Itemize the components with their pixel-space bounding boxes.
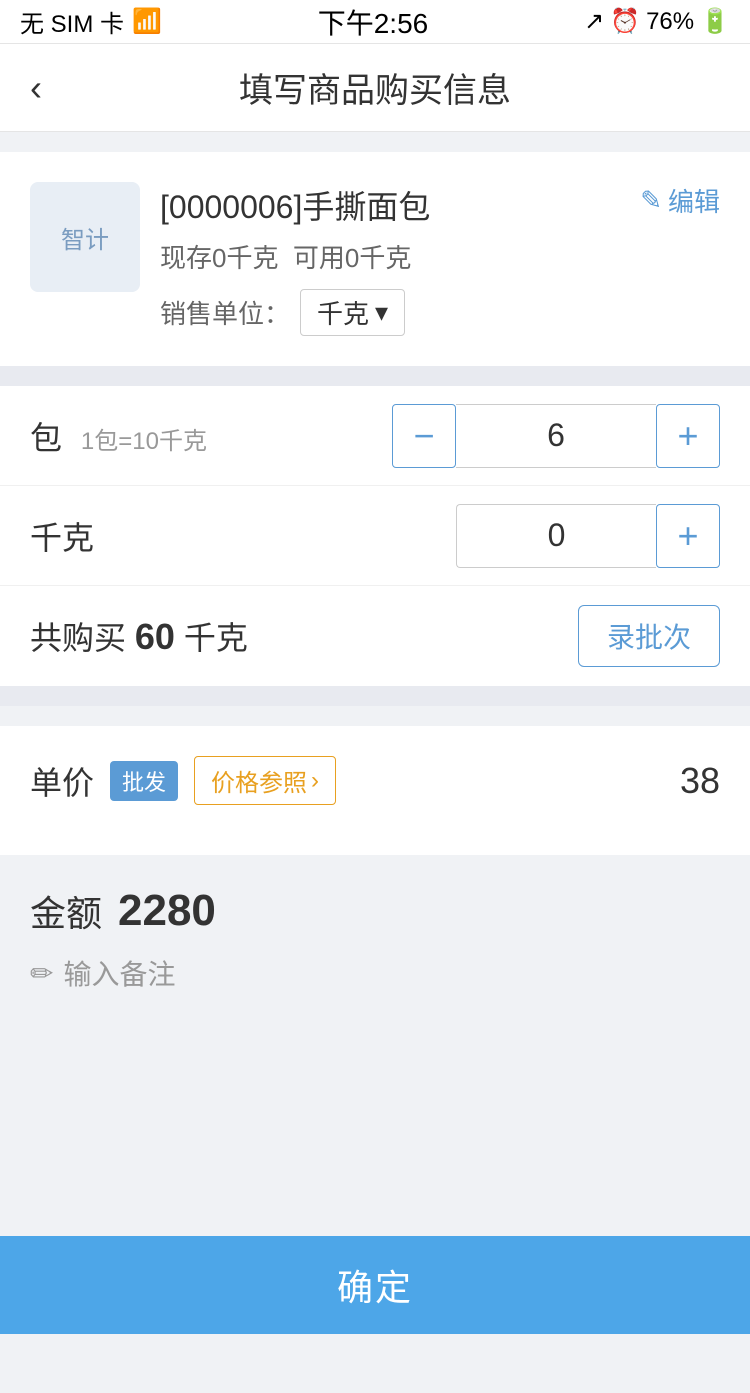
input-section: 包 1包=10千克 − + 千克 + — [0, 386, 750, 586]
total-label: 共购买 60 千克 — [30, 613, 248, 659]
edit-label: 编辑 — [668, 182, 720, 219]
battery-label: 76% — [646, 8, 694, 36]
unit-select[interactable]: 千克 ▾ — [300, 289, 405, 336]
price-reference-button[interactable]: 价格参照 › — [194, 756, 336, 805]
kg-quantity-input[interactable] — [456, 504, 656, 568]
kg-input-row: 千克 + — [0, 486, 750, 586]
pack-decrement-button[interactable]: − — [392, 404, 456, 468]
edit-icon: ✎ — [640, 185, 662, 216]
price-section: 单价 批发 价格参照 › 38 — [0, 726, 750, 855]
price-tag: 批发 — [110, 761, 178, 801]
status-right: ↗ ⏰ 76% 🔋 — [584, 7, 730, 36]
pack-input-control: − + — [392, 404, 720, 468]
product-name: [0000006]手撕面包 — [160, 182, 720, 228]
pack-quantity-input[interactable] — [456, 404, 656, 468]
price-value: 38 — [680, 760, 720, 802]
status-bar: 无 SIM 卡 📶 下午2:56 ↗ ⏰ 76% 🔋 — [0, 0, 750, 44]
status-left: 无 SIM 卡 📶 — [20, 4, 162, 39]
kg-increment-button[interactable]: + — [656, 504, 720, 568]
unit-label: 销售单位： — [160, 294, 290, 331]
total-row: 共购买 60 千克 录批次 — [0, 586, 750, 686]
total-value: 60 — [135, 616, 175, 657]
no-sim-label: 无 SIM 卡 — [20, 4, 124, 39]
location-icon: ↗ — [584, 7, 604, 36]
unit-value: 千克 — [317, 294, 369, 331]
chevron-down-icon: ▾ — [375, 297, 388, 328]
price-label: 单价 — [30, 758, 94, 804]
price-ref-arrow-icon: › — [311, 767, 319, 795]
page-title: 填写商品购买信息 — [239, 63, 511, 112]
product-logo: 智计 — [61, 220, 109, 255]
kg-label: 千克 — [30, 513, 456, 559]
pack-sub-label: 1包=10千克 — [81, 428, 207, 455]
confirm-button[interactable]: 确定 — [0, 1236, 750, 1334]
edit-button[interactable]: ✎ 编辑 — [640, 182, 720, 219]
kg-input-control: + — [456, 504, 720, 568]
amount-row: 金额 2280 — [30, 885, 720, 937]
product-card: 智计 [0000006]手撕面包 现存0千克 可用0千克 销售单位： 千克 ▾ … — [0, 152, 750, 366]
amount-value: 2280 — [118, 886, 216, 936]
pack-input-row: 包 1包=10千克 − + — [0, 386, 750, 486]
section-separator-1 — [0, 366, 750, 386]
amount-label: 金额 — [30, 885, 102, 937]
product-stock: 现存0千克 可用0千克 — [160, 238, 720, 275]
amount-section: 金额 2280 ✏ 输入备注 — [0, 855, 750, 1013]
back-button[interactable]: ‹ — [30, 67, 42, 109]
section-separator-2 — [0, 686, 750, 706]
pack-label: 包 1包=10千克 — [30, 413, 392, 459]
pencil-icon: ✏ — [30, 957, 53, 990]
wifi-icon: 📶 — [132, 7, 162, 36]
price-row: 单价 批发 价格参照 › 38 — [30, 756, 720, 805]
product-image: 智计 — [30, 182, 140, 292]
product-unit-row: 销售单位： 千克 ▾ — [160, 289, 720, 336]
alarm-icon: ⏰ — [610, 7, 640, 36]
price-ref-label: 价格参照 — [211, 763, 307, 798]
status-time: 下午2:56 — [318, 2, 429, 42]
product-info: [0000006]手撕面包 现存0千克 可用0千克 销售单位： 千克 ▾ — [160, 182, 720, 336]
remark-input[interactable]: 输入备注 — [63, 953, 175, 993]
nav-bar: ‹ 填写商品购买信息 — [0, 44, 750, 132]
empty-area — [0, 1013, 750, 1393]
pack-increment-button[interactable]: + — [656, 404, 720, 468]
battery-icon: 🔋 — [700, 7, 730, 36]
remark-row[interactable]: ✏ 输入备注 — [30, 953, 720, 993]
batch-button[interactable]: 录批次 — [578, 605, 720, 667]
